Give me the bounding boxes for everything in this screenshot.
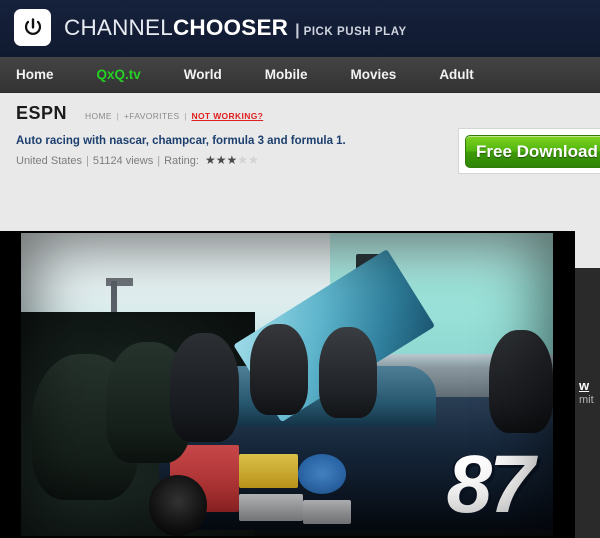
page-title: ESPN <box>16 103 68 123</box>
side-panel-gap <box>575 231 600 268</box>
brand-tagline: PICK PUSH PLAY <box>303 25 407 38</box>
nav-list: Home QxQ.tv World Mobile Movies Adult <box>0 57 600 92</box>
breadcrumb-favorites[interactable]: +FAVORITES <box>124 111 180 121</box>
video-crew-member <box>249 323 309 415</box>
video-sponsor-decal-yellow <box>239 454 298 488</box>
video-sponsor-decal-white <box>239 493 303 521</box>
main-nav: Home QxQ.tv World Mobile Movies Adult <box>0 57 600 93</box>
video-player[interactable]: 87 <box>0 231 575 538</box>
star-4[interactable]: ★ <box>237 153 248 167</box>
channel-views: 51124 views <box>92 154 154 167</box>
meta-separator-1: | <box>86 154 89 167</box>
video-sponsor-decal-lower <box>302 499 351 524</box>
site-logo[interactable]: CHANNEL CHOOSER | PICK PUSH PLAY <box>14 9 407 46</box>
site-header: CHANNEL CHOOSER | PICK PUSH PLAY <box>0 0 600 57</box>
video-crew-member <box>489 329 553 433</box>
video-light-pole-top <box>106 278 133 286</box>
side-panel-text: w mit <box>579 378 600 406</box>
video-crew-member <box>169 332 240 443</box>
breadcrumb-not-working[interactable]: NOT WORKING? <box>191 111 263 121</box>
page-root: CHANNEL CHOOSER | PICK PUSH PLAY Home Qx… <box>0 0 600 538</box>
video-crew-member <box>318 326 378 418</box>
star-2[interactable]: ★ <box>216 153 227 167</box>
brand-part2: CHOOSER <box>172 14 289 40</box>
video-frame[interactable]: 87 <box>21 233 553 536</box>
nav-item-adult[interactable]: Adult <box>439 67 474 82</box>
channel-country: United States <box>16 154 83 167</box>
rating-stars[interactable]: ★★★★★ <box>205 154 259 167</box>
logo-badge <box>14 9 51 46</box>
star-1[interactable]: ★ <box>205 153 216 167</box>
brand-separator: | <box>295 21 300 39</box>
video-sponsor-decal-oval <box>297 454 346 494</box>
nav-item-mobile[interactable]: Mobile <box>265 67 308 82</box>
channel-meta: United States | 51124 views | Rating: ★★… <box>16 154 259 167</box>
breadcrumb-separator-2: | <box>184 111 187 121</box>
power-icon <box>22 17 44 39</box>
meta-separator-2: | <box>157 154 161 167</box>
brand-text: CHANNEL CHOOSER | PICK PUSH PLAY <box>64 15 407 41</box>
breadcrumb-home[interactable]: HOME <box>85 111 112 121</box>
free-download-label: Free Download <box>476 141 598 161</box>
brand-part1: CHANNEL <box>64 14 173 40</box>
nav-item-qxqtv[interactable]: QxQ.tv <box>97 67 141 82</box>
video-car-number: 87 <box>446 438 535 530</box>
free-download-button[interactable]: Free Download <box>465 135 600 168</box>
side-panel: w mit <box>575 268 600 538</box>
star-3[interactable]: ★ <box>227 153 238 167</box>
channel-title-row: ESPN HOME | +FAVORITES | NOT WORKING? <box>16 103 263 124</box>
nav-item-world[interactable]: World <box>184 67 222 82</box>
side-panel-link[interactable]: w <box>579 378 600 393</box>
video-car-tire <box>148 475 208 536</box>
ad-banner: Free Download <box>458 128 600 174</box>
breadcrumb-separator-1: | <box>116 111 120 121</box>
channel-description: Auto racing with nascar, champcar, formu… <box>16 135 346 147</box>
nav-item-movies[interactable]: Movies <box>351 67 397 82</box>
rating-label: Rating: <box>164 154 199 167</box>
breadcrumb: HOME | +FAVORITES | NOT WORKING? <box>85 111 263 121</box>
side-panel-subtext: mit <box>579 394 594 406</box>
nav-item-home[interactable]: Home <box>16 67 54 82</box>
star-5[interactable]: ★ <box>248 153 259 167</box>
